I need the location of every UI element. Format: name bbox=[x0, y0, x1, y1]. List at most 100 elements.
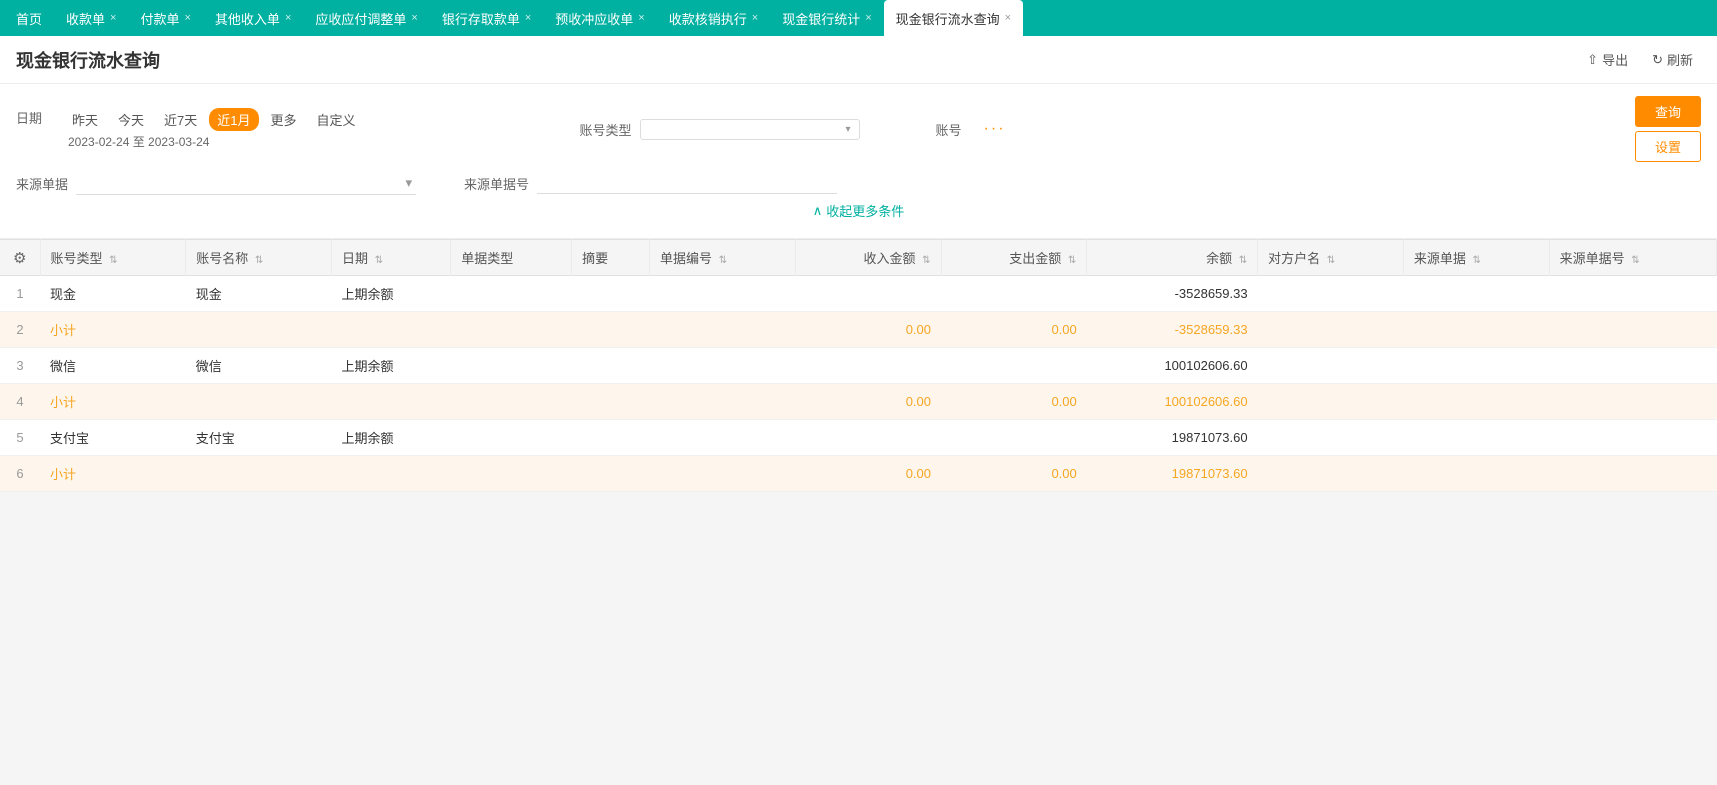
nav-home[interactable]: 首页 bbox=[4, 0, 54, 36]
date-custom[interactable]: 自定义 bbox=[309, 108, 364, 131]
table-cell: 小计 bbox=[40, 456, 186, 492]
row-number: 3 bbox=[0, 348, 40, 384]
col-counterpart[interactable]: 对方户名 ⇅ bbox=[1258, 240, 1404, 276]
table-cell: 微信 bbox=[40, 348, 186, 384]
query-button[interactable]: 查询 bbox=[1635, 96, 1701, 127]
table-cell: 支付宝 bbox=[40, 420, 186, 456]
table-cell bbox=[941, 420, 1087, 456]
date-today[interactable]: 今天 bbox=[110, 108, 152, 131]
more-dots-icon[interactable]: ··· bbox=[984, 120, 1006, 138]
filter-area: 日期 昨天 今天 近7天 近1月 更多 自定义 2023-02-24 至 202… bbox=[0, 84, 1717, 239]
close-icon[interactable]: × bbox=[865, 12, 871, 24]
source-doc-no-input[interactable] bbox=[541, 176, 833, 191]
table-cell bbox=[795, 348, 941, 384]
table-cell: 0.00 bbox=[795, 312, 941, 348]
col-source-doc-no[interactable]: 来源单据号 ⇅ bbox=[1549, 240, 1716, 276]
col-gear[interactable]: ⚙ bbox=[0, 240, 40, 276]
row-number: 1 bbox=[0, 276, 40, 312]
nav-other-income[interactable]: 其他收入单 × bbox=[203, 0, 303, 36]
nav-collection-exec[interactable]: 收款核销执行 × bbox=[657, 0, 770, 36]
table-cell bbox=[451, 276, 572, 312]
table-cell: 上期余额 bbox=[332, 420, 451, 456]
col-source-doc[interactable]: 来源单据 ⇅ bbox=[1403, 240, 1549, 276]
source-doc-label: 来源单据 bbox=[16, 174, 68, 193]
col-date[interactable]: 日期 ⇅ bbox=[332, 240, 451, 276]
col-expense[interactable]: 支出金额 ⇅ bbox=[941, 240, 1087, 276]
account-label: 账号 bbox=[936, 120, 976, 139]
table-cell bbox=[186, 456, 332, 492]
table-cell bbox=[1403, 384, 1549, 420]
nav-cash-bank-flow[interactable]: 现金银行流水查询 × bbox=[884, 0, 1023, 36]
table-cell bbox=[650, 384, 796, 420]
table-cell bbox=[572, 276, 650, 312]
sort-icon: ⇅ bbox=[1239, 255, 1247, 266]
close-icon[interactable]: × bbox=[1005, 12, 1011, 24]
sort-icon: ⇅ bbox=[1327, 255, 1335, 266]
sort-icon: ⇅ bbox=[375, 255, 383, 266]
table-cell: 0.00 bbox=[941, 312, 1087, 348]
table-cell: 100102606.60 bbox=[1087, 348, 1258, 384]
date-yesterday[interactable]: 昨天 bbox=[64, 108, 106, 131]
date-1month[interactable]: 近1月 bbox=[209, 108, 258, 131]
source-doc-select[interactable]: ▾ bbox=[76, 172, 416, 195]
collapse-bar[interactable]: ∧ 收起更多条件 bbox=[16, 195, 1701, 226]
close-icon[interactable]: × bbox=[285, 12, 291, 24]
date-more[interactable]: 更多 bbox=[263, 108, 305, 131]
row-number: 6 bbox=[0, 456, 40, 492]
col-doc-no[interactable]: 单据编号 ⇅ bbox=[650, 240, 796, 276]
nav-payment[interactable]: 付款单 × bbox=[128, 0, 202, 36]
table-row: 1现金现金上期余额-3528659.33 bbox=[0, 276, 1717, 312]
row-number: 2 bbox=[0, 312, 40, 348]
nav-prepayment[interactable]: 预收冲应收单 × bbox=[543, 0, 656, 36]
table-cell bbox=[1403, 312, 1549, 348]
collapse-icon: ∧ bbox=[813, 203, 823, 219]
date-7days[interactable]: 近7天 bbox=[156, 108, 205, 131]
table-cell bbox=[1403, 456, 1549, 492]
col-account-name[interactable]: 账号名称 ⇅ bbox=[186, 240, 332, 276]
table-cell: 微信 bbox=[186, 348, 332, 384]
table-cell bbox=[1403, 348, 1549, 384]
col-balance[interactable]: 余额 ⇅ bbox=[1087, 240, 1258, 276]
table-cell: 小计 bbox=[40, 312, 186, 348]
source-doc-no-wrap: 来源单据号 bbox=[464, 174, 837, 194]
nav-ar-adjustment[interactable]: 应收应付调整单 × bbox=[303, 0, 429, 36]
table-cell: 0.00 bbox=[795, 384, 941, 420]
close-icon[interactable]: × bbox=[525, 12, 531, 24]
close-icon[interactable]: × bbox=[110, 12, 116, 24]
table-body: 1现金现金上期余额-3528659.332小计0.000.00-3528659.… bbox=[0, 276, 1717, 492]
table-cell: 19871073.60 bbox=[1087, 420, 1258, 456]
close-icon[interactable]: × bbox=[411, 12, 417, 24]
refresh-button[interactable]: ↻ 刷新 bbox=[1644, 46, 1701, 73]
col-account-type[interactable]: 账号类型 ⇅ bbox=[40, 240, 186, 276]
nav-bank-deposit[interactable]: 银行存取款单 × bbox=[430, 0, 543, 36]
gear-icon[interactable]: ⚙ bbox=[13, 250, 26, 267]
col-income[interactable]: 收入金额 ⇅ bbox=[795, 240, 941, 276]
nav-receipt[interactable]: 收款单 × bbox=[54, 0, 128, 36]
close-icon[interactable]: × bbox=[184, 12, 190, 24]
export-button[interactable]: ⇧ 导出 bbox=[1579, 46, 1636, 73]
page-header: 现金银行流水查询 ⇧ 导出 ↻ 刷新 bbox=[0, 36, 1717, 84]
table-cell: 0.00 bbox=[941, 456, 1087, 492]
account-type-select[interactable]: ▾ bbox=[640, 119, 860, 140]
table-cell bbox=[1258, 384, 1404, 420]
table-cell bbox=[650, 312, 796, 348]
chevron-down-icon: ▾ bbox=[846, 124, 851, 135]
table-cell bbox=[1403, 276, 1549, 312]
refresh-icon: ↻ bbox=[1652, 52, 1663, 68]
table-cell bbox=[451, 348, 572, 384]
table-cell bbox=[1549, 456, 1716, 492]
sort-icon: ⇅ bbox=[109, 255, 117, 266]
table-cell bbox=[1403, 420, 1549, 456]
chevron-down-icon: ▾ bbox=[405, 175, 412, 191]
header-actions: ⇧ 导出 ↻ 刷新 bbox=[1579, 46, 1701, 73]
close-icon[interactable]: × bbox=[752, 12, 758, 24]
nav-cash-bank-stats[interactable]: 现金银行统计 × bbox=[770, 0, 883, 36]
close-icon[interactable]: × bbox=[638, 12, 644, 24]
table-cell bbox=[1258, 420, 1404, 456]
table-cell: 小计 bbox=[40, 384, 186, 420]
table-cell bbox=[572, 384, 650, 420]
table-cell bbox=[941, 276, 1087, 312]
settings-button[interactable]: 设置 bbox=[1635, 131, 1701, 162]
table-cell bbox=[572, 456, 650, 492]
table-cell bbox=[1549, 348, 1716, 384]
